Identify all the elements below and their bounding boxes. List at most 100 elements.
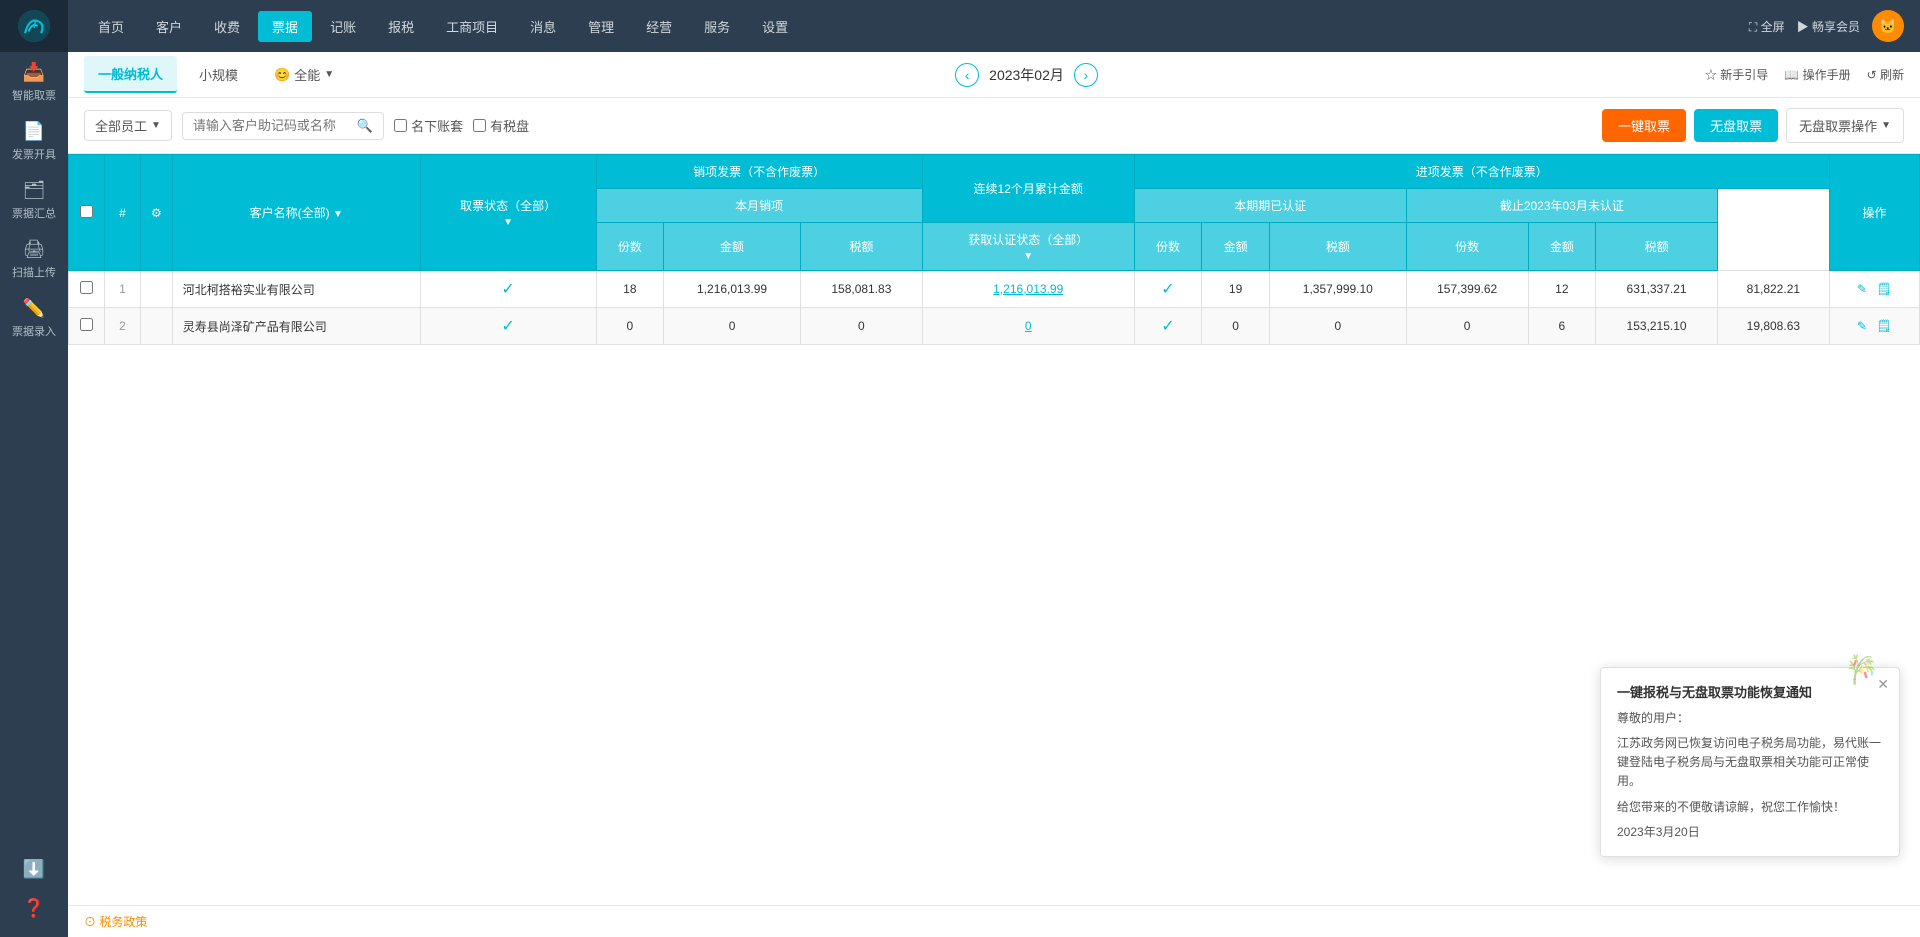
tax-disk-check[interactable] <box>473 119 486 132</box>
col-client-header: 客户名称(全部) ▼ <box>172 155 420 271</box>
download-icon: ⬇️ <box>23 859 45 880</box>
table-row: 1 河北柯搭裕实业有限公司 ✓ 18 1,216,013.99 158,081.… <box>69 271 1920 308</box>
one-click-fetch-btn[interactable]: 一键取票 <box>1602 109 1686 142</box>
manual-btn[interactable]: 📖 操作手册 <box>1784 66 1850 83</box>
subheader-current-period: 本期期已认证 <box>1134 189 1406 223</box>
nav-bookkeeping[interactable]: 记账 <box>316 11 370 42</box>
sidebar-item-label: 发票开具 <box>12 146 56 162</box>
tab-all[interactable]: 😊 全能 ▼ <box>260 57 348 92</box>
row-index: 2 <box>105 308 141 345</box>
row-month-tax: 158,081.83 <box>800 271 922 308</box>
nav-manage[interactable]: 管理 <box>574 11 628 42</box>
tax-policy-link[interactable]: ⊙ 税务政策 <box>84 913 147 930</box>
client-search-input[interactable] <box>193 118 353 133</box>
nav-invoice[interactable]: 票据 <box>258 11 312 42</box>
nav-business[interactable]: 工商项目 <box>432 11 512 42</box>
notification-close-btn[interactable]: ✕ <box>1877 676 1889 693</box>
row-cumulative[interactable]: 0 <box>922 308 1134 345</box>
row-period-count: 19 <box>1202 271 1270 308</box>
row-month-tax: 0 <box>800 308 922 345</box>
refresh-icon: ↺ <box>1867 68 1877 82</box>
row-month-count: 18 <box>596 271 664 308</box>
notification-popup: ✕ 🎋 一键报税与无盘取票功能恢复通知 尊敬的用户： 江苏政务网已恢复访问电子税… <box>1600 667 1900 857</box>
col-month-count: 份数 <box>596 223 664 271</box>
filter-icon[interactable]: ▼ <box>1023 251 1033 262</box>
tab-small-scale[interactable]: 小规模 <box>185 57 252 92</box>
sidebar-item-scan-upload[interactable]: 🖨 扫描上传 <box>0 229 68 288</box>
tab-general-taxpayer[interactable]: 一般纳税人 <box>84 56 177 93</box>
edit-icon[interactable]: ✎ <box>1857 319 1867 333</box>
col-period-amount: 金额 <box>1202 223 1270 271</box>
date-nav: ‹ 2023年02月 › <box>955 63 1098 87</box>
sidebar-item-smart-fetch[interactable]: 📥 智能取票 <box>0 52 68 111</box>
no-disk-ops-btn[interactable]: 无盘取票操作 ▼ <box>1786 108 1904 143</box>
tax-disk-checkbox[interactable]: 有税盘 <box>473 116 529 135</box>
new-guide-btn[interactable]: ☆ 新手引导 <box>1705 66 1768 83</box>
member-btn[interactable]: ▶ 畅享会员 <box>1797 18 1860 35</box>
filter-icon[interactable]: ▼ <box>333 209 343 220</box>
main-table: # ⚙ 客户名称(全部) ▼ 取票状态（全部） ▼ 销项发票（不含作废票） <box>68 154 1920 345</box>
no-disk-fetch-btn[interactable]: 无盘取票 <box>1694 109 1778 142</box>
settings-icon[interactable]: ⚙ <box>151 206 162 220</box>
fetch-status-icon: ✓ <box>501 281 514 298</box>
avatar[interactable]: 🐱 <box>1872 10 1904 42</box>
nav-billing[interactable]: 收费 <box>200 11 254 42</box>
row-select-checkbox[interactable] <box>80 318 93 331</box>
sidebar-item-data-entry[interactable]: ✏️ 票据录入 <box>0 288 68 347</box>
chevron-down-icon: ▼ <box>151 120 161 131</box>
invoice-summary-icon: 🗂 <box>23 180 46 201</box>
table-row: 2 灵寿县尚泽矿产品有限公司 ✓ 0 0 0 0 ✓ 0 0 0 6 153,2… <box>69 308 1920 345</box>
help-icon: ❓ <box>23 898 45 919</box>
nav-operation[interactable]: 经营 <box>632 11 686 42</box>
row-cumulative[interactable]: 1,216,013.99 <box>922 271 1134 308</box>
notification-body: 尊敬的用户： 江苏政务网已恢复访问电子税务局功能，易代账一键登陆电子税务局与无盘… <box>1617 709 1883 842</box>
notification-title: 一键报税与无盘取票功能恢复通知 <box>1617 682 1883 701</box>
edit-icon[interactable]: ✎ <box>1857 282 1867 296</box>
top-nav: 首页 客户 收费 票据 记账 报税 工商项目 消息 管理 经营 服务 设置 ⛶ … <box>68 0 1920 52</box>
sub-account-check[interactable] <box>394 119 407 132</box>
row-index: 1 <box>105 271 141 308</box>
row-cert-status: ✓ <box>1134 271 1202 308</box>
filter-icon[interactable]: ▼ <box>503 217 513 228</box>
action-bar: 全部员工 ▼ 🔍 名下账套 有税盘 一键取票 无盘取票 无盘取票操作 ▼ <box>68 98 1920 154</box>
sidebar-item-invoice-summary[interactable]: 🗂 票据汇总 <box>0 170 68 229</box>
sidebar-bottom: ⬇️ ❓ <box>0 849 68 937</box>
sidebar-item-invoice-open[interactable]: 📄 发票开具 <box>0 111 68 170</box>
nav-home[interactable]: 首页 <box>84 11 138 42</box>
sidebar: 📥 智能取票 📄 发票开具 🗂 票据汇总 🖨 扫描上传 ✏️ 票据录入 ⬇️ ❓ <box>0 0 68 937</box>
row-select-checkbox[interactable] <box>80 281 93 294</box>
col-cert-status: 获取认证状态（全部） ▼ <box>922 223 1134 271</box>
col-fetch-status-header: 取票状态（全部） ▼ <box>420 155 596 271</box>
refresh-btn[interactable]: ↺ 刷新 <box>1867 66 1904 83</box>
fullscreen-btn[interactable]: ⛶ 全屏 <box>1749 18 1785 35</box>
detail-icon[interactable]: 🗒 <box>1876 282 1891 296</box>
row-checkbox[interactable] <box>69 308 105 345</box>
row-fetch-status: ✓ <box>420 271 596 308</box>
row-period-tax: 0 <box>1406 308 1528 345</box>
detail-icon[interactable]: 🗒 <box>1876 319 1891 333</box>
nav-settings[interactable]: 设置 <box>748 11 802 42</box>
row-checkbox[interactable] <box>69 271 105 308</box>
date-next-btn[interactable]: › <box>1074 63 1098 87</box>
row-period-amount: 0 <box>1269 308 1406 345</box>
sidebar-item-help[interactable]: ❓ <box>0 888 68 927</box>
select-all-checkbox[interactable] <box>80 205 93 218</box>
search-icon[interactable]: 🔍 <box>357 118 373 134</box>
subheader-until: 截止2023年03月未认证 <box>1406 189 1717 223</box>
row-until-tax: 19,808.63 <box>1717 308 1829 345</box>
employee-select-label: 全部员工 <box>95 116 147 135</box>
col-period-count: 份数 <box>1134 223 1202 271</box>
sub-account-checkbox[interactable]: 名下账套 <box>394 116 463 135</box>
nav-message[interactable]: 消息 <box>516 11 570 42</box>
sidebar-item-label: 扫描上传 <box>12 264 56 280</box>
col-checkbox-header <box>69 155 105 271</box>
date-prev-btn[interactable]: ‹ <box>955 63 979 87</box>
employee-select[interactable]: 全部员工 ▼ <box>84 110 172 141</box>
nav-tax[interactable]: 报税 <box>374 11 428 42</box>
sidebar-item-download[interactable]: ⬇️ <box>0 849 68 888</box>
sidebar-logo <box>0 0 68 52</box>
nav-client[interactable]: 客户 <box>142 11 196 42</box>
row-fetch-status: ✓ <box>420 308 596 345</box>
col-until-count: 份数 <box>1406 223 1528 271</box>
nav-service[interactable]: 服务 <box>690 11 744 42</box>
